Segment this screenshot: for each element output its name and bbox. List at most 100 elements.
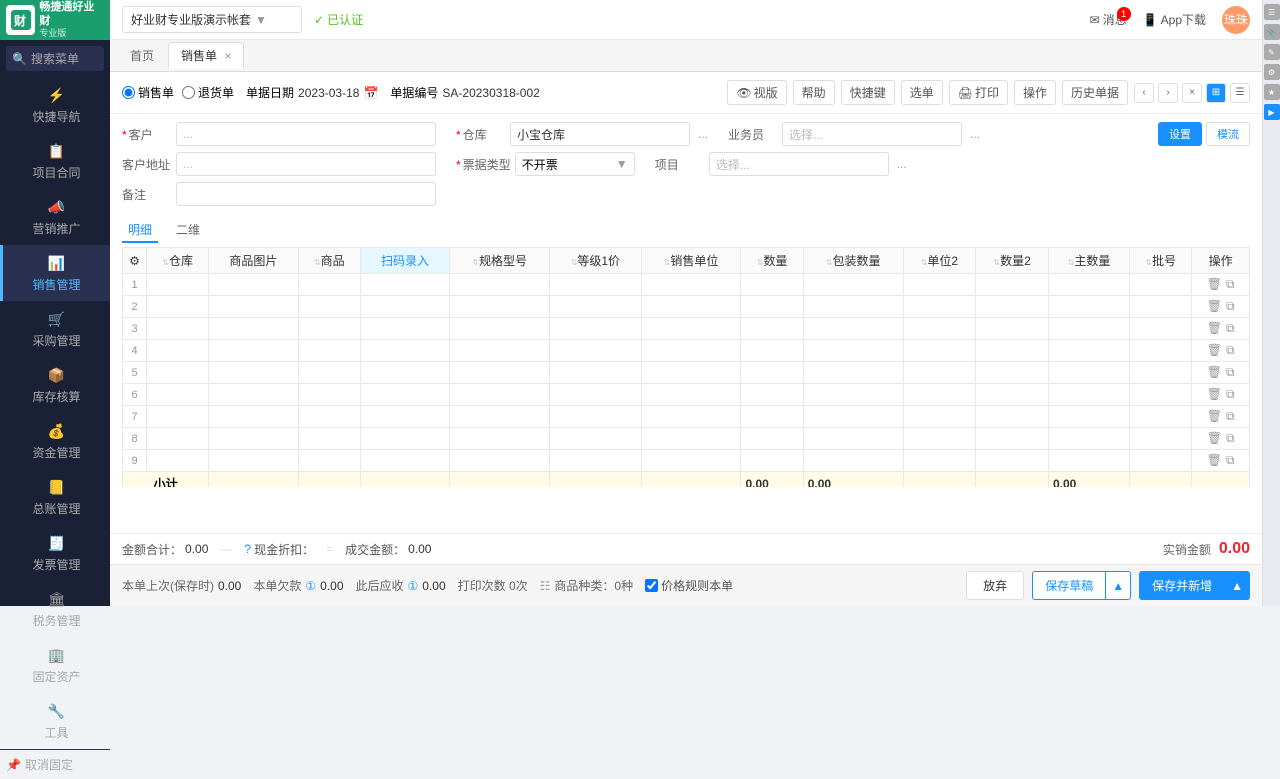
history-button[interactable]: 历史单据 — [1062, 80, 1128, 105]
row-batch[interactable] — [1130, 406, 1192, 428]
row-product-image[interactable] — [209, 384, 298, 406]
row-quantity[interactable] — [741, 318, 803, 340]
row-pack-qty[interactable] — [803, 406, 903, 428]
warehouse-input[interactable]: 小宝仓库 — [510, 122, 690, 146]
row-copy-icon[interactable]: ⧉ — [1226, 343, 1235, 358]
return-order-radio[interactable]: 退货单 — [182, 84, 234, 101]
row-sales-unit[interactable] — [641, 406, 741, 428]
row-delete-icon[interactable]: 🗑 — [1207, 365, 1222, 380]
row-unit2[interactable] — [903, 384, 976, 406]
row-unit2[interactable] — [903, 428, 976, 450]
flow-button[interactable]: 模流 — [1206, 122, 1250, 146]
sidebar-item-project-contract[interactable]: 📋 项目合同 — [0, 133, 110, 189]
row-qty2[interactable] — [976, 274, 1049, 296]
sidebar-item-tax[interactable]: 🏛 税务管理 — [0, 581, 110, 637]
row-price1[interactable] — [550, 450, 642, 472]
save-draft-button[interactable]: 保存草稿 — [1032, 571, 1106, 600]
row-batch[interactable] — [1130, 384, 1192, 406]
row-warehouse[interactable] — [147, 406, 209, 428]
row-sales-unit[interactable] — [641, 296, 741, 318]
row-scan-entry[interactable] — [360, 406, 449, 428]
sidebar-item-fixed-assets[interactable]: 🏢 固定资产 — [0, 637, 110, 693]
row-copy-icon[interactable]: ⧉ — [1226, 409, 1235, 424]
row-spec[interactable] — [450, 384, 550, 406]
customer-addr-input[interactable]: ... — [176, 152, 436, 176]
grid-view-icon[interactable]: ⊞ — [1206, 83, 1226, 103]
row-pack-qty[interactable] — [803, 450, 903, 472]
row-copy-icon[interactable]: ⧉ — [1226, 431, 1235, 446]
row-main-qty[interactable] — [1048, 274, 1129, 296]
row-main-qty[interactable] — [1048, 428, 1129, 450]
remark-input[interactable] — [176, 182, 436, 206]
row-product-image[interactable] — [209, 318, 298, 340]
row-main-qty[interactable] — [1048, 318, 1129, 340]
row-pack-qty[interactable] — [803, 340, 903, 362]
sidebar-item-purchase[interactable]: 🛒 采购管理 — [0, 301, 110, 357]
user-avatar[interactable]: 珠珠 — [1222, 6, 1250, 34]
sidebar-item-capital[interactable]: 💰 资金管理 — [0, 413, 110, 469]
customer-input[interactable]: ... — [176, 122, 436, 146]
row-product[interactable] — [298, 340, 360, 362]
row-price1[interactable] — [550, 274, 642, 296]
row-quantity[interactable] — [741, 274, 803, 296]
row-product[interactable] — [298, 450, 360, 472]
warehouse-picker-icon[interactable]: ... — [698, 127, 708, 141]
row-spec[interactable] — [450, 362, 550, 384]
sidebar-item-invoice[interactable]: 🧾 发票管理 — [0, 525, 110, 581]
row-delete-icon[interactable]: 🗑 — [1207, 453, 1222, 468]
row-qty2[interactable] — [976, 450, 1049, 472]
row-qty2[interactable] — [976, 318, 1049, 340]
row-main-qty[interactable] — [1048, 450, 1129, 472]
row-product[interactable] — [298, 318, 360, 340]
row-product[interactable] — [298, 384, 360, 406]
row-spec[interactable] — [450, 406, 550, 428]
calendar-icon[interactable]: 📅 — [363, 86, 378, 100]
right-panel-icon-blue[interactable]: ▶ — [1264, 104, 1280, 120]
sales-order-radio[interactable]: 销售单 — [122, 84, 174, 101]
project-picker-icon[interactable]: ... — [897, 157, 907, 171]
price-rule-input[interactable] — [645, 579, 658, 592]
row-sales-unit[interactable] — [641, 362, 741, 384]
row-product[interactable] — [298, 362, 360, 384]
tab-home[interactable]: 首页 — [118, 43, 166, 68]
right-panel-icon-4[interactable]: ⚙ — [1264, 64, 1280, 80]
sidebar-item-accounting[interactable]: 📒 总账管理 — [0, 469, 110, 525]
company-selector[interactable]: 好业财专业版演示帐套 ▼ — [122, 6, 302, 33]
row-scan-entry[interactable] — [360, 362, 449, 384]
row-price1[interactable] — [550, 318, 642, 340]
col-settings[interactable]: ⚙ — [123, 248, 147, 274]
row-price1[interactable] — [550, 340, 642, 362]
settings-button[interactable]: 设置 — [1158, 122, 1202, 146]
row-scan-entry[interactable] — [360, 274, 449, 296]
row-sales-unit[interactable] — [641, 274, 741, 296]
row-scan-entry[interactable] — [360, 384, 449, 406]
unpin-button[interactable]: 📌 取消固定 — [0, 749, 110, 779]
next-arrow[interactable]: › — [1158, 83, 1178, 103]
operations-button[interactable]: 操作 — [1014, 80, 1056, 105]
row-price1[interactable] — [550, 362, 642, 384]
row-delete-icon[interactable]: 🗑 — [1207, 387, 1222, 402]
row-batch[interactable] — [1130, 318, 1192, 340]
row-pack-qty[interactable] — [803, 274, 903, 296]
row-pack-qty[interactable] — [803, 362, 903, 384]
message-button[interactable]: ✉ 消息 1 — [1090, 11, 1127, 28]
sales-order-radio-input[interactable] — [122, 86, 135, 99]
row-scan-entry[interactable] — [360, 340, 449, 362]
row-unit2[interactable] — [903, 340, 976, 362]
row-quantity[interactable] — [741, 362, 803, 384]
row-batch[interactable] — [1130, 274, 1192, 296]
project-input[interactable]: 选择... — [709, 152, 889, 176]
row-copy-icon[interactable]: ⧉ — [1226, 321, 1235, 336]
row-scan-entry[interactable] — [360, 450, 449, 472]
tab-sales-order[interactable]: 销售单 × — [168, 42, 244, 69]
row-unit2[interactable] — [903, 318, 976, 340]
row-scan-entry[interactable] — [360, 428, 449, 450]
table-scroll[interactable]: ⚙ ⇅仓库 商品图片 ⇅商品 扫码录入 ⇅规格型号 ⇅等级1价 ⇅销售单位 ⇅数… — [122, 247, 1250, 487]
row-copy-icon[interactable]: ⧉ — [1226, 277, 1235, 292]
row-delete-icon[interactable]: 🗑 — [1207, 431, 1222, 446]
row-sales-unit[interactable] — [641, 340, 741, 362]
row-warehouse[interactable] — [147, 428, 209, 450]
row-unit2[interactable] — [903, 406, 976, 428]
sidebar-item-sales[interactable]: 📊 销售管理 — [0, 245, 110, 301]
row-price1[interactable] — [550, 384, 642, 406]
